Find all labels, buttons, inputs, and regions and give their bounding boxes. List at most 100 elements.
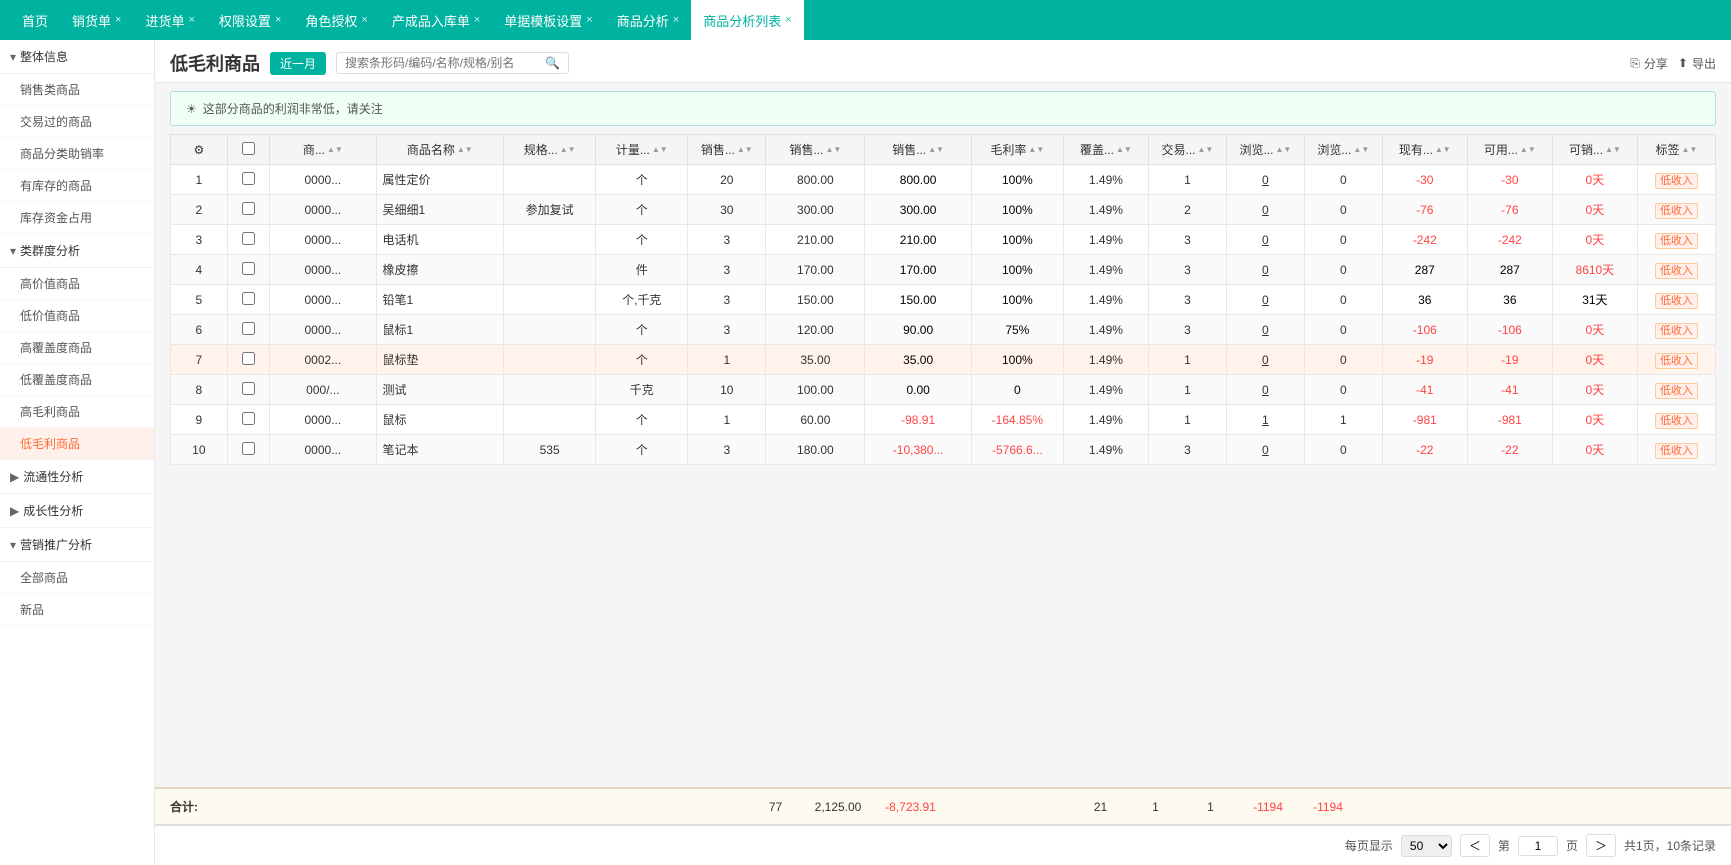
row-browse1[interactable]: 0 [1226, 375, 1304, 405]
select-all-checkbox[interactable] [242, 142, 255, 155]
close-icon[interactable]: × [115, 14, 121, 26]
nav-analysis-list[interactable]: 商品分析列表 × [691, 0, 803, 40]
nav-purchase[interactable]: 进货单 × [133, 0, 206, 40]
th-browse2[interactable]: 浏览...▲▼ [1304, 135, 1382, 165]
sidebar-item-traded-goods[interactable]: 交易过的商品 [0, 106, 154, 138]
th-name[interactable]: 商品名称▲▼ [376, 135, 504, 165]
sidebar-item-in-stock[interactable]: 有库存的商品 [0, 170, 154, 202]
th-gross-rate[interactable]: 毛利率▲▼ [971, 135, 1063, 165]
sidebar-item-high-value[interactable]: 高价值商品 [0, 268, 154, 300]
row-checkbox-cell[interactable] [227, 225, 270, 255]
sidebar-item-all-goods[interactable]: 全部商品 [0, 562, 154, 594]
th-tag[interactable]: 标签▲▼ [1637, 135, 1715, 165]
row-browse1[interactable]: 0 [1226, 225, 1304, 255]
sidebar-item-sales-goods[interactable]: 销售类商品 [0, 74, 154, 106]
row-browse1[interactable]: 0 [1226, 255, 1304, 285]
sidebar-item-high-profit[interactable]: 高毛利商品 [0, 396, 154, 428]
row-checkbox[interactable] [242, 292, 255, 305]
nav-home[interactable]: 首页 [10, 0, 60, 40]
data-table: ⚙ 商...▲▼ 商品名称▲▼ 规格...▲▼ [170, 134, 1716, 465]
close-icon[interactable]: × [673, 14, 679, 26]
th-sale-profit[interactable]: 销售...▲▼ [865, 135, 971, 165]
nav-permission[interactable]: 权限设置 × [207, 0, 293, 40]
th-settings[interactable]: ⚙ [171, 135, 228, 165]
sidebar-item-category-rate[interactable]: 商品分类助销率 [0, 138, 154, 170]
row-checkbox-cell[interactable] [227, 165, 270, 195]
row-checkbox-cell[interactable] [227, 435, 270, 465]
nav-template[interactable]: 单据模板设置 × [492, 0, 604, 40]
per-page-select[interactable]: 50 100 200 [1401, 835, 1452, 857]
sidebar-item-low-profit[interactable]: 低毛利商品 [0, 428, 154, 460]
nav-role[interactable]: 角色授权 × [293, 0, 379, 40]
row-browse1[interactable]: 0 [1226, 435, 1304, 465]
nav-analysis[interactable]: 商品分析 × [605, 0, 691, 40]
chevron-down-icon: ▾ [10, 244, 16, 258]
total-sale-profit: -8,723.91 [873, 800, 948, 814]
date-filter-button[interactable]: 近一月 [270, 52, 326, 75]
th-sale-price[interactable]: 销售...▲▼ [766, 135, 865, 165]
row-browse1[interactable]: 1 [1226, 405, 1304, 435]
sidebar-item-high-coverage[interactable]: 高覆盖度商品 [0, 332, 154, 364]
share-button[interactable]: ⎘ 分享 [1630, 55, 1668, 72]
row-browse1[interactable]: 0 [1226, 165, 1304, 195]
sidebar-item-capital[interactable]: 库存资金占用 [0, 202, 154, 234]
sidebar-section-marketing[interactable]: ▾ 营销推广分析 [0, 528, 154, 562]
th-code[interactable]: 商...▲▼ [270, 135, 376, 165]
row-checkbox[interactable] [242, 322, 255, 335]
row-checkbox-cell[interactable] [227, 315, 270, 345]
row-checkbox-cell[interactable] [227, 255, 270, 285]
export-button[interactable]: ⬆ 导出 [1678, 55, 1716, 72]
search-icon[interactable]: 🔍 [545, 56, 560, 70]
row-checkbox[interactable] [242, 232, 255, 245]
row-checkbox-cell[interactable] [227, 405, 270, 435]
next-page-button[interactable]: ＞ [1586, 834, 1616, 857]
sidebar-item-low-coverage[interactable]: 低覆盖度商品 [0, 364, 154, 396]
row-checkbox-cell[interactable] [227, 285, 270, 315]
row-browse1[interactable]: 0 [1226, 285, 1304, 315]
nav-product-entry[interactable]: 产成品入库单 × [380, 0, 492, 40]
th-browse1[interactable]: 浏览...▲▼ [1226, 135, 1304, 165]
row-checkbox-cell[interactable] [227, 195, 270, 225]
row-browse1[interactable]: 0 [1226, 315, 1304, 345]
th-trade[interactable]: 交易...▲▼ [1148, 135, 1226, 165]
th-sale-qty[interactable]: 销售...▲▼ [688, 135, 766, 165]
page-suffix: 页 [1566, 837, 1578, 854]
th-checkbox[interactable] [227, 135, 270, 165]
th-available[interactable]: 可用...▲▼ [1467, 135, 1552, 165]
row-trade: 1 [1148, 345, 1226, 375]
close-icon[interactable]: × [275, 14, 281, 26]
row-sale-qty: 10 [688, 375, 766, 405]
close-icon[interactable]: × [188, 14, 194, 26]
close-icon[interactable]: × [474, 14, 480, 26]
row-checkbox-cell[interactable] [227, 375, 270, 405]
sidebar-section-overall[interactable]: ▾ 整体信息 [0, 40, 154, 74]
th-coverage[interactable]: 覆盖...▲▼ [1063, 135, 1148, 165]
nav-sales[interactable]: 销货单 × [60, 0, 133, 40]
row-checkbox[interactable] [242, 262, 255, 275]
sidebar-section-circulation[interactable]: ▶ 流通性分析 [0, 460, 154, 494]
row-checkbox[interactable] [242, 172, 255, 185]
settings-icon[interactable]: ⚙ [193, 143, 204, 157]
sidebar-section-growth[interactable]: ▶ 成长性分析 [0, 494, 154, 528]
sidebar-item-new-goods[interactable]: 新品 [0, 594, 154, 626]
row-checkbox[interactable] [242, 442, 255, 455]
close-icon[interactable]: × [785, 14, 791, 26]
search-input[interactable] [345, 56, 545, 70]
sidebar-section-cluster[interactable]: ▾ 类群度分析 [0, 234, 154, 268]
row-browse1[interactable]: 0 [1226, 195, 1304, 225]
row-browse1[interactable]: 0 [1226, 345, 1304, 375]
row-checkbox[interactable] [242, 412, 255, 425]
row-checkbox[interactable] [242, 202, 255, 215]
page-number-input[interactable] [1518, 836, 1558, 856]
row-checkbox-cell[interactable] [227, 345, 270, 375]
close-icon[interactable]: × [361, 14, 367, 26]
sidebar-item-low-value[interactable]: 低价值商品 [0, 300, 154, 332]
th-unit[interactable]: 计量...▲▼ [596, 135, 688, 165]
row-checkbox[interactable] [242, 382, 255, 395]
th-saleable[interactable]: 可销...▲▼ [1552, 135, 1637, 165]
prev-page-button[interactable]: ＜ [1460, 834, 1490, 857]
close-icon[interactable]: × [586, 14, 592, 26]
row-checkbox[interactable] [242, 352, 255, 365]
th-spec[interactable]: 规格...▲▼ [504, 135, 596, 165]
th-current-stock[interactable]: 现有...▲▼ [1382, 135, 1467, 165]
